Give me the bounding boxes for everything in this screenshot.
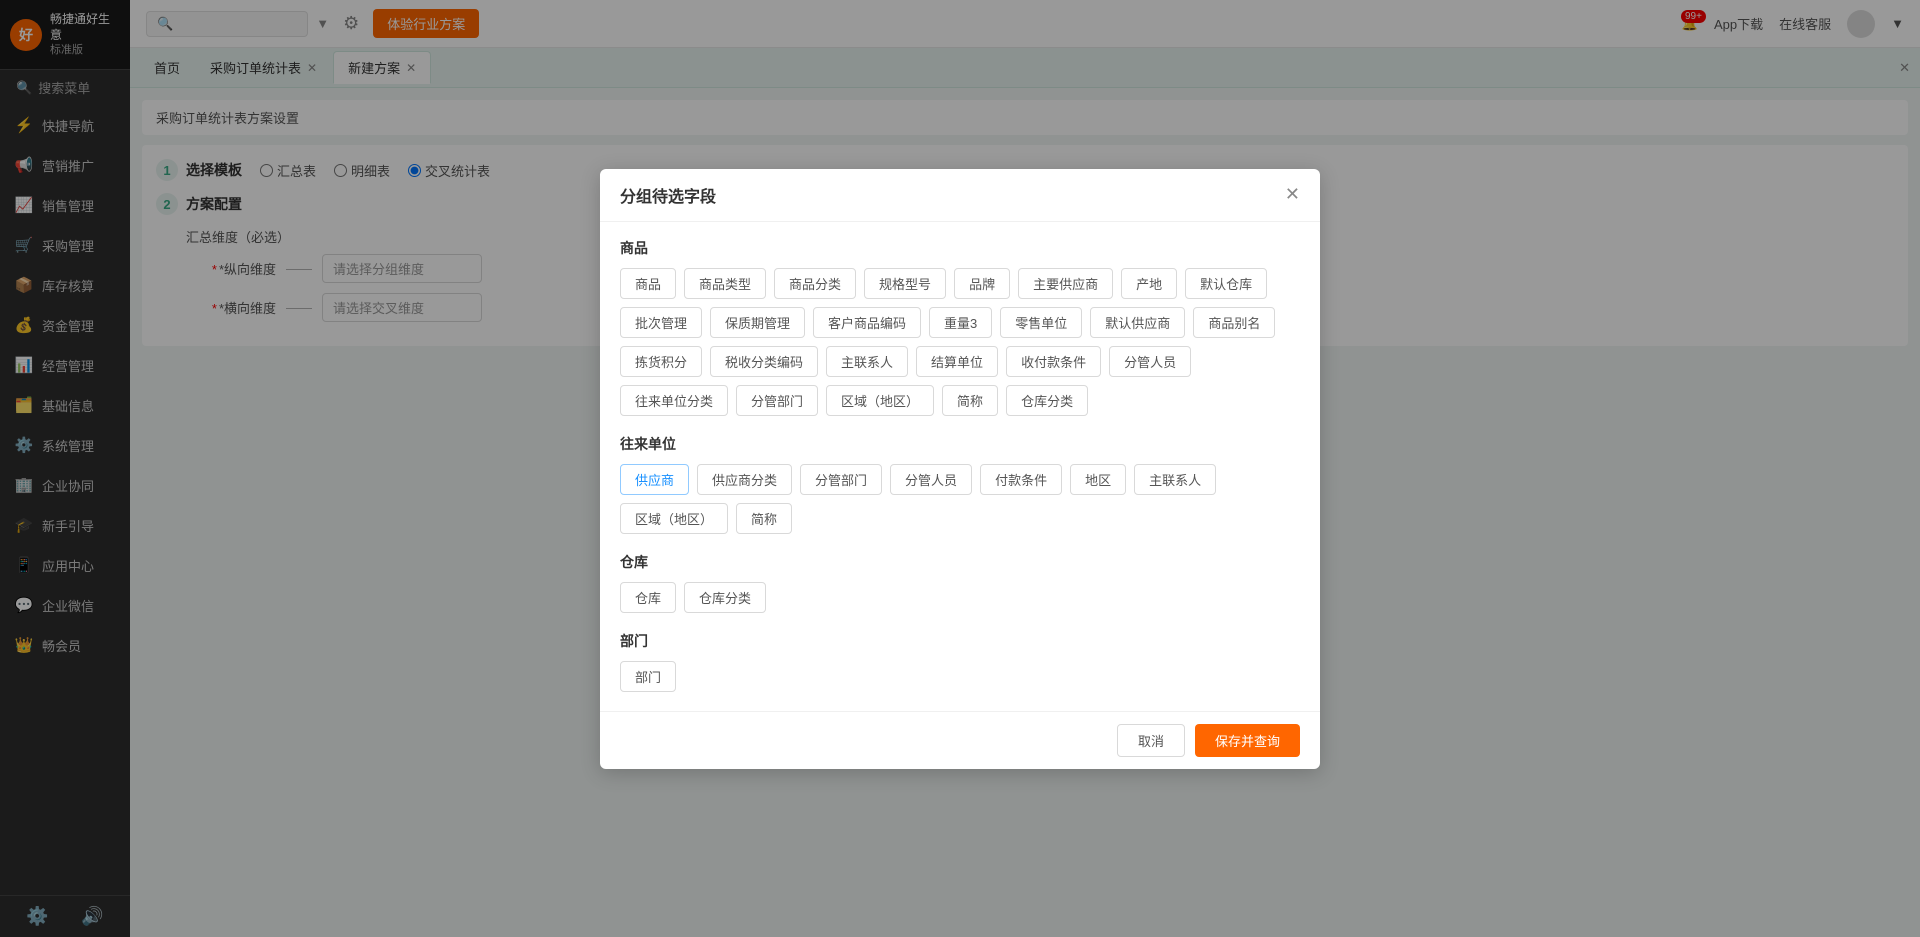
field-tag-product[interactable]: 商品 [620,268,676,299]
field-tag-region[interactable]: 区域（地区） [826,385,934,416]
field-tag-tax-code[interactable]: 税收分类编码 [710,346,818,377]
field-tag-retail-unit[interactable]: 零售单位 [1000,307,1082,338]
field-tag-from-unit-category[interactable]: 往来单位分类 [620,385,728,416]
field-tag-dept[interactable]: 分管部门 [736,385,818,416]
field-tag-supplier[interactable]: 供应商 [620,464,689,495]
category-warehouse: 仓库仓库仓库分类 [620,552,1300,613]
field-tag-default-supplier[interactable]: 默认供应商 [1090,307,1185,338]
field-tag-product-type[interactable]: 商品类型 [684,268,766,299]
field-tag-wh-category[interactable]: 仓库分类 [684,582,766,613]
field-tag-product-alias[interactable]: 商品别名 [1193,307,1275,338]
category-partner: 往来单位供应商供应商分类分管部门分管人员付款条件地区主联系人区域（地区） 简称 [620,434,1300,534]
field-tag-weight3[interactable]: 重量3 [929,307,992,338]
field-tag-manager[interactable]: 分管人员 [1109,346,1191,377]
field-tag-payment-terms[interactable]: 收付款条件 [1006,346,1101,377]
field-tag-product-category[interactable]: 商品分类 [774,268,856,299]
modal-cancel-button[interactable]: 取消 [1117,724,1185,757]
field-tag-mgmt-person[interactable]: 分管人员 [890,464,972,495]
field-tag-warehouse-category[interactable]: 仓库分类 [1006,385,1088,416]
modal-close-button[interactable]: ✕ [1285,184,1300,205]
category-title-product: 商品 [620,238,1300,258]
field-tag-payment-condition[interactable]: 付款条件 [980,464,1062,495]
field-tag-customer-code[interactable]: 客户商品编码 [813,307,921,338]
field-tag-main-contact[interactable]: 主联系人 [826,346,908,377]
field-tag-wh[interactable]: 仓库 [620,582,676,613]
field-tag-dept2[interactable]: 部门 [620,661,676,692]
field-tag-contact-person[interactable]: 主联系人 [1134,464,1216,495]
field-tag-main-supplier[interactable]: 主要供应商 [1018,268,1113,299]
field-tag-region2[interactable]: 区域（地区） [620,503,728,534]
modal-confirm-button[interactable]: 保存并查询 [1195,724,1300,757]
field-tag-mgmt-dept[interactable]: 分管部门 [800,464,882,495]
modal-overlay: 分组待选字段 ✕ 商品商品商品类型商品分类规格型号品牌主要供应商产地默认仓库批次… [0,0,1920,937]
field-tag-area[interactable]: 地区 [1070,464,1126,495]
category-title-warehouse: 仓库 [620,552,1300,572]
category-title-department: 部门 [620,631,1300,651]
modal-header: 分组待选字段 ✕ [600,169,1320,222]
category-product: 商品商品商品类型商品分类规格型号品牌主要供应商产地默认仓库批次管理保质期管理客户… [620,238,1300,416]
field-tag-origin[interactable]: 产地 [1121,268,1177,299]
field-tag-spec-type[interactable]: 规格型号 [864,268,946,299]
modal-footer: 取消 保存并查询 [600,711,1320,769]
field-tag-settlement-unit[interactable]: 结算单位 [916,346,998,377]
field-select-modal: 分组待选字段 ✕ 商品商品商品类型商品分类规格型号品牌主要供应商产地默认仓库批次… [600,169,1320,769]
field-tag-short-name[interactable]: 简称 [942,385,998,416]
field-tag-short-name2[interactable]: 简称 [736,503,792,534]
modal-title: 分组待选字段 [620,183,716,207]
modal-body: 商品商品商品类型商品分类规格型号品牌主要供应商产地默认仓库批次管理保质期管理客户… [600,222,1320,711]
field-tag-default-warehouse[interactable]: 默认仓库 [1185,268,1267,299]
field-tag-batch-mgmt[interactable]: 批次管理 [620,307,702,338]
category-department: 部门部门 [620,631,1300,692]
field-tag-supplier-category[interactable]: 供应商分类 [697,464,792,495]
field-tag-pick-points[interactable]: 拣货积分 [620,346,702,377]
field-tag-expiry-mgmt[interactable]: 保质期管理 [710,307,805,338]
field-tag-brand[interactable]: 品牌 [954,268,1010,299]
category-title-partner: 往来单位 [620,434,1300,454]
